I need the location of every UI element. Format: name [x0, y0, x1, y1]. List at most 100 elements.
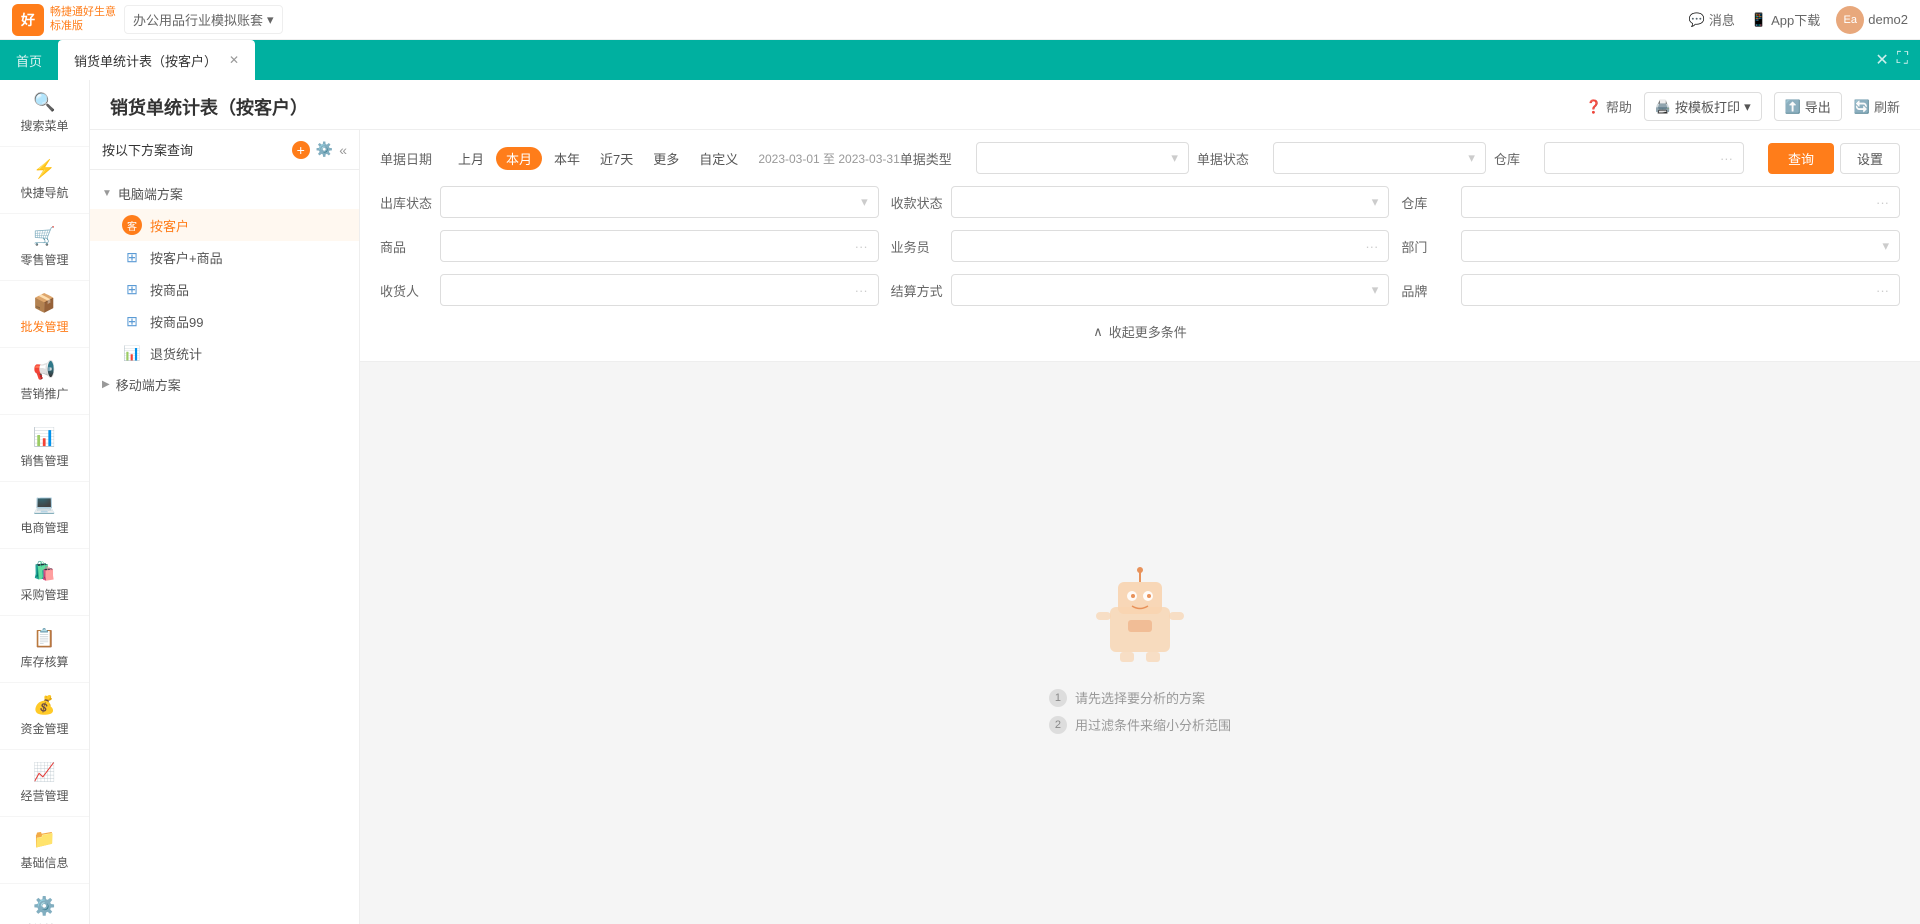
page-title: 销货单统计表（按客户）: [110, 94, 308, 120]
sidebar-item-retail[interactable]: 🛒 零售管理: [0, 214, 89, 281]
customer-goods-scheme-icon: ⊞: [122, 247, 142, 267]
filter-warehouse-select[interactable]: ···: [1544, 142, 1744, 174]
logo-area: 好 畅捷通好生意 标准版: [12, 4, 116, 36]
tree-group-desktop-header[interactable]: ▼ 电脑端方案: [90, 178, 359, 209]
main-layout: 🔍 搜索菜单 ⚡ 快捷导航 🛒 零售管理 📦 批发管理 📢 营销推广 📊 销售管…: [0, 80, 1920, 924]
date-tab-custom[interactable]: 自定义: [691, 147, 746, 170]
help-icon: ❓: [1586, 99, 1602, 115]
salesperson-dots-icon: ···: [1365, 239, 1378, 254]
message-button[interactable]: 💬 消息: [1689, 10, 1735, 29]
empty-tip-2: 2 用过滤条件来缩小分析范围: [1049, 715, 1231, 734]
filter-area: 单据日期 上月 本月 本年 近7天 更多 自定义 2023-03-01 至 20…: [360, 130, 1920, 362]
filter-dept-select[interactable]: ▾: [1461, 230, 1900, 262]
collapse-bar[interactable]: ∧ 收起更多条件: [380, 314, 1900, 349]
filter-recipient-input[interactable]: ···: [440, 274, 879, 306]
print-button[interactable]: 🖨️ 按模板打印 ▾: [1644, 92, 1762, 121]
tree-item-by-goods-99[interactable]: ⊞ 按商品99: [90, 305, 359, 337]
filter-order-status-select[interactable]: ▾: [1273, 142, 1486, 174]
topbar: 好 畅捷通好生意 标准版 办公用品行业模拟账套 ▾ 💬 消息 📱 App下载 E…: [0, 0, 1920, 40]
sales-stat-tab-label: 销货单统计表（按客户）: [74, 51, 217, 70]
filter-cell-brand: 品牌 ···: [1401, 274, 1900, 306]
filter-cell-goods: 商品 ···: [380, 230, 879, 262]
tree-item-by-customer-goods[interactable]: ⊞ 按客户+商品: [90, 241, 359, 273]
app-selector[interactable]: 办公用品行业模拟账套 ▾: [124, 5, 283, 34]
tip-num-2: 2: [1049, 716, 1067, 734]
refresh-icon: 🔄: [1854, 99, 1870, 115]
sidebar: 🔍 搜索菜单 ⚡ 快捷导航 🛒 零售管理 📦 批发管理 📢 营销推广 📊 销售管…: [0, 80, 90, 924]
user-menu[interactable]: Ea demo2: [1836, 6, 1908, 34]
filter-row-4: 收货人 ··· 结算方式 ▾: [380, 274, 1900, 306]
avatar: Ea: [1836, 6, 1864, 34]
sidebar-item-finance[interactable]: 💰 资金管理: [0, 683, 89, 750]
settings-button[interactable]: 设置: [1840, 143, 1900, 174]
dept-chevron-icon: ▾: [1882, 238, 1889, 254]
system-icon: ⚙️: [33, 896, 55, 917]
filter-settlement-select[interactable]: ▾: [951, 274, 1390, 306]
scheme-collapse-icon[interactable]: «: [339, 142, 347, 158]
filter-goods-input[interactable]: ···: [440, 230, 879, 262]
date-tab-this-month[interactable]: 本月: [496, 147, 542, 170]
sidebar-item-basic[interactable]: 📁 基础信息: [0, 817, 89, 884]
filter-cell-salesperson: 业务员 ···: [891, 230, 1390, 262]
scheme-tree: ▼ 电脑端方案 客 按客户 ⊞ 按客户+商品 ⊞: [90, 170, 359, 924]
filter-stock-status-select[interactable]: ▾: [440, 186, 879, 218]
sidebar-item-purchase[interactable]: 🛍️ 采购管理: [0, 549, 89, 616]
query-button[interactable]: 查询: [1768, 143, 1834, 174]
search-icon: 🔍: [33, 92, 55, 113]
filter-warehouse2-label: 仓库: [1401, 193, 1461, 212]
sidebar-item-operations[interactable]: 📈 经营管理: [0, 750, 89, 817]
refresh-button[interactable]: 🔄 刷新: [1854, 97, 1900, 116]
tab-sales-stat[interactable]: 销货单统计表（按客户） ✕: [58, 40, 255, 80]
tree-group-mobile-header[interactable]: ▶ 移动端方案: [90, 369, 359, 400]
help-button[interactable]: ❓ 帮助: [1586, 97, 1632, 116]
filter-settlement-label: 结算方式: [891, 281, 951, 300]
scheme-actions: + ⚙️ «: [292, 141, 347, 159]
sidebar-item-sales[interactable]: 📊 销售管理: [0, 415, 89, 482]
empty-tip-1: 1 请先选择要分析的方案: [1049, 688, 1231, 707]
filter-brand-input[interactable]: ···: [1461, 274, 1900, 306]
filter-payment-status-label: 收款状态: [891, 193, 951, 212]
right-panel: 单据日期 上月 本月 本年 近7天 更多 自定义 2023-03-01 至 20…: [360, 130, 1920, 924]
sidebar-item-ecommerce[interactable]: 💻 电商管理: [0, 482, 89, 549]
tree-item-by-customer[interactable]: 客 按客户: [90, 209, 359, 241]
date-tab-this-year[interactable]: 本年: [546, 147, 588, 170]
empty-state: 1 请先选择要分析的方案 2 用过滤条件来缩小分析范围: [360, 362, 1920, 924]
date-tab-last7[interactable]: 近7天: [592, 147, 641, 170]
date-tab-more[interactable]: 更多: [645, 147, 687, 170]
sidebar-item-search[interactable]: 🔍 搜索菜单: [0, 80, 89, 147]
empty-tips: 1 请先选择要分析的方案 2 用过滤条件来缩小分析范围: [1049, 688, 1231, 734]
wholesale-icon: 📦: [33, 293, 55, 314]
empty-illustration: [1080, 552, 1200, 672]
filter-stock-status-label: 出库状态: [380, 193, 440, 212]
sidebar-item-marketing[interactable]: 📢 营销推广: [0, 348, 89, 415]
tab-close-icon[interactable]: ✕: [229, 53, 239, 67]
filter-order-type-select[interactable]: ▾: [976, 142, 1189, 174]
filter-payment-status-select[interactable]: ▾: [951, 186, 1390, 218]
topbar-left: 好 畅捷通好生意 标准版 办公用品行业模拟账套 ▾: [12, 4, 283, 36]
tree-item-return-stats[interactable]: 📊 退货统计: [90, 337, 359, 369]
tab-window-controls: ✕ ⛶: [1875, 50, 1908, 70]
filter-brand-label: 品牌: [1401, 281, 1461, 300]
tab-home[interactable]: 首页: [0, 40, 58, 80]
app-download-button[interactable]: 📱 App下载: [1751, 10, 1820, 29]
sidebar-item-system[interactable]: ⚙️ 系统管理: [0, 884, 89, 924]
export-button[interactable]: ⬆️ 导出: [1774, 92, 1842, 121]
scheme-edit-icon[interactable]: ⚙️: [316, 141, 333, 158]
sidebar-item-wholesale[interactable]: 📦 批发管理: [0, 281, 89, 348]
scheme-add-icon[interactable]: +: [292, 141, 310, 159]
order-type-chevron-icon: ▾: [1171, 150, 1178, 166]
sidebar-item-inventory[interactable]: 📋 库存核算: [0, 616, 89, 683]
sidebar-item-shortcut[interactable]: ⚡ 快捷导航: [0, 147, 89, 214]
maximize-window-icon[interactable]: ⛶: [1897, 50, 1908, 70]
retail-icon: 🛒: [33, 226, 55, 247]
stock-status-chevron-icon: ▾: [861, 194, 868, 210]
logo-icon: 好: [12, 4, 44, 36]
tree-item-by-goods[interactable]: ⊞ 按商品: [90, 273, 359, 305]
date-tab-prev-month[interactable]: 上月: [450, 147, 492, 170]
filter-salesperson-input[interactable]: ···: [951, 230, 1390, 262]
close-window-icon[interactable]: ✕: [1875, 50, 1888, 70]
split-panel: 按以下方案查询 + ⚙️ « ▼ 电脑端方案: [90, 130, 1920, 924]
tree-expand-icon: ▼: [102, 188, 112, 199]
ecommerce-icon: 💻: [33, 494, 55, 515]
filter-warehouse2-select[interactable]: ···: [1461, 186, 1900, 218]
